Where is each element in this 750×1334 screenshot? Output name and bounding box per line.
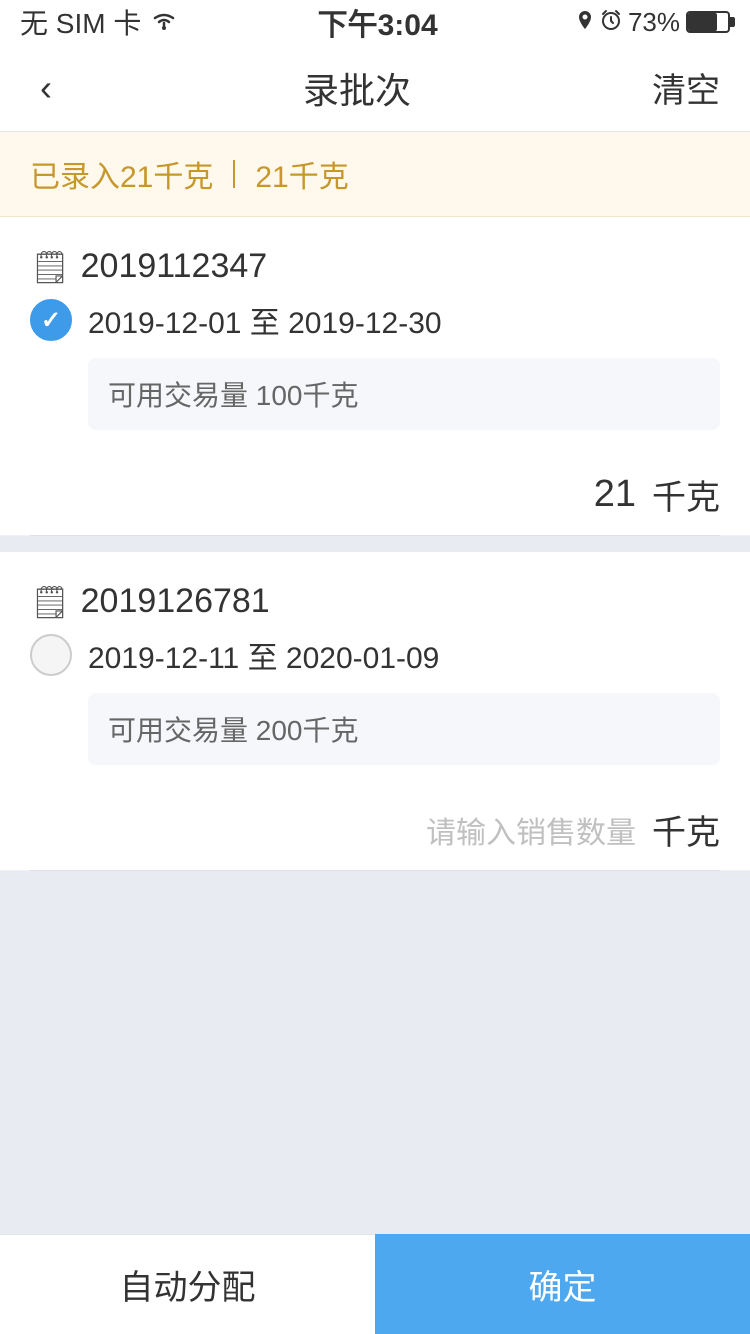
batch1-radio[interactable] — [30, 299, 72, 341]
batch2-radio[interactable] — [30, 634, 72, 676]
status-right: 73% — [576, 7, 730, 38]
batch1-amount-row: 21 千克 — [0, 450, 750, 535]
bottom-buttons: 自动分配 确定 — [0, 1234, 750, 1334]
batch2-input-unit: 千克 — [652, 805, 720, 854]
status-time: 下午3:04 — [318, 0, 438, 44]
carrier-text: 无 SIM 卡 — [20, 2, 141, 42]
auto-distribute-button[interactable]: 自动分配 — [0, 1234, 375, 1334]
doc-icon-1: 🗒 — [30, 248, 71, 286]
batch1-id: 2019112347 — [81, 247, 268, 286]
section-separator — [0, 536, 750, 552]
summary-banner: 已录入21千克 21千克 — [0, 132, 750, 217]
summary-divider — [233, 160, 235, 188]
clear-button[interactable]: 清空 — [652, 63, 720, 112]
batch2-available: 可用交易量 200千克 — [88, 693, 720, 765]
batch2-header: 🗒 2019126781 — [30, 582, 720, 621]
alarm-icon — [600, 7, 622, 38]
page-title: 录批次 — [303, 62, 411, 114]
batch1-amount-unit: 千克 — [652, 470, 720, 519]
summary-amount: 21千克 — [255, 152, 348, 196]
batch1-header: 🗒 2019112347 — [30, 247, 720, 286]
batch-card-1: 🗒 2019112347 2019-12-01 至 2019-12-30 可用交… — [0, 217, 750, 450]
location-icon — [576, 7, 594, 38]
batch1-amount-value[interactable]: 21 — [594, 473, 636, 516]
bottom-empty-area — [0, 871, 750, 1271]
batch-card-2: 🗒 2019126781 2019-12-11 至 2020-01-09 可用交… — [0, 552, 750, 785]
batch2-input-row: 请输入销售数量 千克 — [0, 785, 750, 870]
battery-icon — [686, 11, 730, 33]
summary-recorded: 已录入21千克 — [30, 152, 213, 196]
status-left: 无 SIM 卡 — [20, 2, 179, 42]
batch1-date-row[interactable]: 2019-12-01 至 2019-12-30 — [30, 298, 720, 342]
status-bar: 无 SIM 卡 下午3:04 73% — [0, 0, 750, 44]
confirm-button[interactable]: 确定 — [375, 1234, 750, 1334]
doc-icon-2: 🗒 — [30, 583, 71, 621]
batch2-id: 2019126781 — [81, 582, 270, 621]
nav-bar: ‹ 录批次 清空 — [0, 44, 750, 132]
batch2-input-placeholder[interactable]: 请输入销售数量 — [426, 808, 636, 852]
wifi-icon — [149, 6, 179, 38]
batch2-date-row[interactable]: 2019-12-11 至 2020-01-09 — [30, 633, 720, 677]
batch1-available: 可用交易量 100千克 — [88, 358, 720, 430]
batch2-date: 2019-12-11 至 2020-01-09 — [88, 633, 439, 677]
batch1-date: 2019-12-01 至 2019-12-30 — [88, 298, 442, 342]
battery-percent: 73% — [628, 7, 680, 38]
back-button[interactable]: ‹ — [30, 57, 62, 119]
